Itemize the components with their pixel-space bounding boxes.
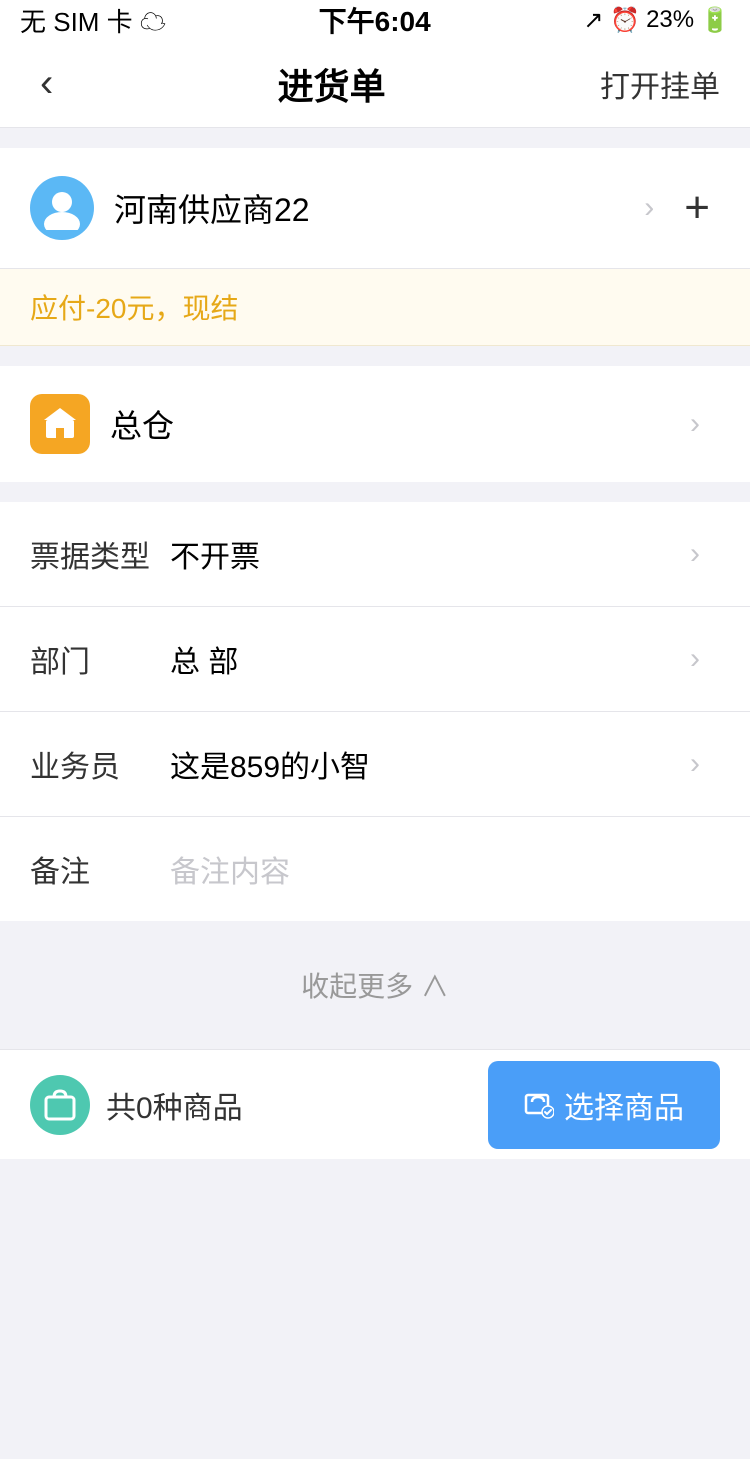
warehouse-chevron-icon: › bbox=[690, 407, 700, 441]
bottom-bar: 共0种商品 选择商品 bbox=[0, 1049, 750, 1159]
separator-2 bbox=[0, 346, 750, 366]
battery-text: 23% bbox=[646, 6, 694, 34]
page-background bbox=[0, 1159, 750, 1459]
staff-row[interactable]: 业务员 这是859的小智 › bbox=[0, 712, 750, 817]
form-section: 票据类型 不开票 › 部门 总 部 › 业务员 这是859的小智 › 备注 备注… bbox=[0, 502, 750, 921]
invoice-type-label: 票据类型 bbox=[30, 532, 160, 576]
remark-label: 备注 bbox=[30, 847, 160, 891]
separator-1 bbox=[0, 128, 750, 148]
warehouse-icon bbox=[30, 394, 90, 454]
product-count: 共0种商品 bbox=[106, 1083, 488, 1127]
product-icon bbox=[30, 1075, 90, 1135]
supplier-avatar bbox=[30, 176, 94, 240]
staff-label: 业务员 bbox=[30, 742, 160, 786]
battery-bar-icon: 🔋 bbox=[700, 6, 730, 35]
select-product-label: 选择商品 bbox=[564, 1083, 684, 1127]
select-product-icon bbox=[524, 1090, 554, 1120]
collapse-button[interactable]: 收起更多 ∧ bbox=[0, 941, 750, 1029]
invoice-type-value: 不开票 bbox=[160, 532, 690, 576]
invoice-chevron-icon: › bbox=[690, 537, 700, 571]
status-right: ↗ ⏰ 23% 🔋 bbox=[583, 6, 730, 35]
dept-chevron-icon: › bbox=[690, 642, 700, 676]
department-value: 总 部 bbox=[160, 637, 690, 681]
select-product-button[interactable]: 选择商品 bbox=[488, 1061, 720, 1149]
page-title: 进货单 bbox=[278, 58, 386, 110]
warehouse-name: 总仓 bbox=[110, 401, 690, 447]
department-label: 部门 bbox=[30, 637, 160, 681]
remark-row[interactable]: 备注 备注内容 bbox=[0, 817, 750, 921]
status-bar: 无 SIM 卡 ☁ 下午6:04 ↗ ⏰ 23% 🔋 bbox=[0, 0, 750, 40]
add-supplier-button[interactable]: + bbox=[674, 183, 720, 233]
back-button[interactable]: ‹ bbox=[30, 51, 63, 116]
department-row[interactable]: 部门 总 部 › bbox=[0, 607, 750, 712]
remark-input[interactable]: 备注内容 bbox=[160, 847, 720, 891]
warehouse-section: 总仓 › bbox=[0, 366, 750, 482]
status-time: 下午6:04 bbox=[319, 0, 431, 40]
supplier-row[interactable]: 河南供应商22 › + bbox=[0, 148, 750, 269]
staff-value: 这是859的小智 bbox=[160, 742, 690, 786]
chevron-right-icon: › bbox=[644, 191, 654, 225]
supplier-section: 河南供应商22 › + 应付-20元，现结 bbox=[0, 148, 750, 346]
invoice-type-row[interactable]: 票据类型 不开票 › bbox=[0, 502, 750, 607]
nav-bar: ‹ 进货单 打开挂单 bbox=[0, 40, 750, 128]
warehouse-row[interactable]: 总仓 › bbox=[0, 366, 750, 482]
signal-text: 无 SIM 卡 ☁ bbox=[20, 2, 166, 39]
staff-chevron-icon: › bbox=[690, 747, 700, 781]
notice-banner: 应付-20元，现结 bbox=[0, 269, 750, 346]
status-left: 无 SIM 卡 ☁ bbox=[20, 2, 166, 39]
supplier-name: 河南供应商22 bbox=[114, 185, 644, 231]
battery-icon: ↗ ⏰ bbox=[583, 6, 640, 35]
open-pending-button[interactable]: 打开挂单 bbox=[600, 62, 720, 106]
